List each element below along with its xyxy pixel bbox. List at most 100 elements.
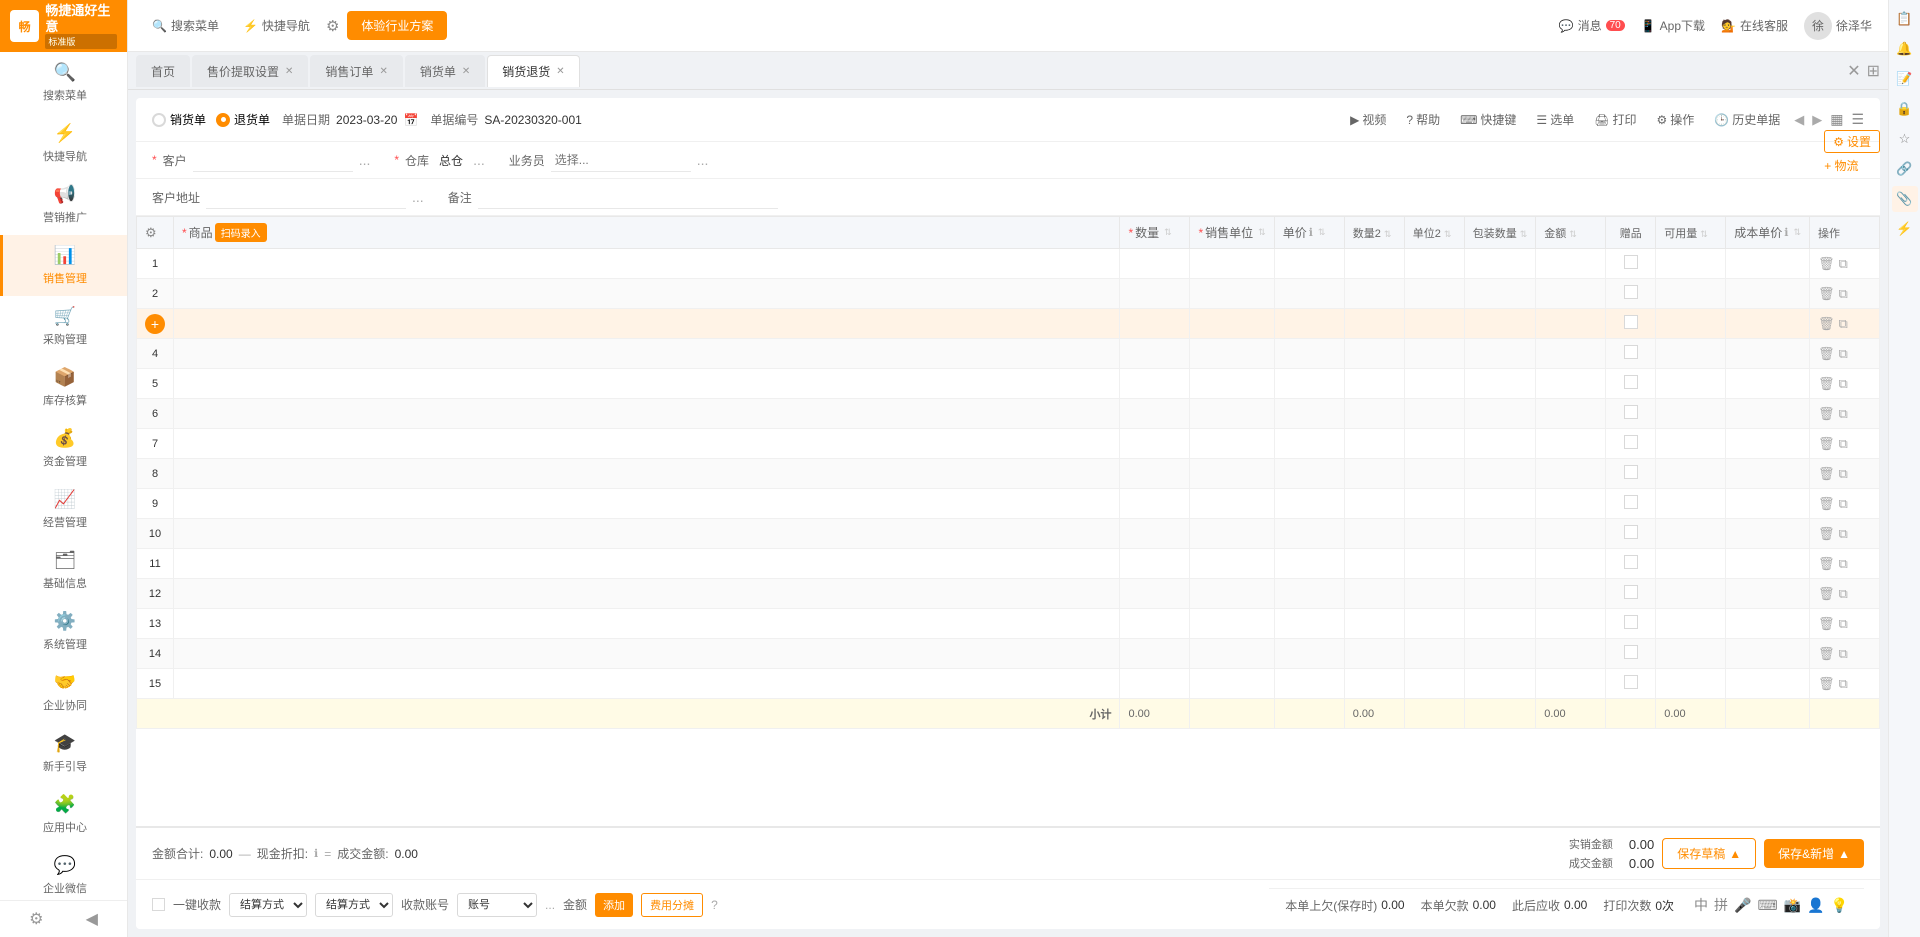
sidebar-item-marketing[interactable]: 📢营销推广 bbox=[0, 174, 127, 235]
available-sort-icon[interactable]: ⇅ bbox=[1700, 229, 1708, 239]
available-cell-12[interactable] bbox=[1656, 579, 1726, 609]
available-cell-7[interactable] bbox=[1656, 429, 1726, 459]
delete-row-icon-8[interactable]: 🗑 bbox=[1818, 466, 1835, 482]
bottom-tool-3[interactable]: 🎤 bbox=[1734, 897, 1751, 914]
delete-row-icon-11[interactable]: 🗑 bbox=[1818, 556, 1835, 572]
qty-cell-6[interactable] bbox=[1120, 399, 1190, 429]
copy-row-icon-3[interactable]: ⧉ bbox=[1839, 316, 1848, 332]
unit2-cell-15[interactable] bbox=[1404, 669, 1464, 699]
gift-checkbox-13[interactable] bbox=[1624, 615, 1638, 629]
gift-checkbox-5[interactable] bbox=[1624, 375, 1638, 389]
radio-return[interactable]: 退货单 bbox=[216, 111, 270, 128]
unit2-cell-2[interactable] bbox=[1404, 279, 1464, 309]
customer-addr-select-icon[interactable]: ... bbox=[412, 189, 424, 205]
cost-price-cell-2[interactable] bbox=[1726, 279, 1810, 309]
delete-row-icon-3[interactable]: 🗑 bbox=[1818, 316, 1835, 332]
delete-row-icon-13[interactable]: 🗑 bbox=[1818, 616, 1835, 632]
delete-row-icon-5[interactable]: 🗑 bbox=[1818, 376, 1835, 392]
delete-row-icon-1[interactable]: 🗑 bbox=[1818, 256, 1835, 272]
salesperson-select-icon[interactable]: ... bbox=[697, 152, 709, 168]
qty-cell-10[interactable] bbox=[1120, 519, 1190, 549]
unit2-cell-11[interactable] bbox=[1404, 549, 1464, 579]
qty2-cell-7[interactable] bbox=[1344, 429, 1404, 459]
price-cell-14[interactable] bbox=[1274, 639, 1344, 669]
pack-qty-cell-2[interactable] bbox=[1464, 279, 1536, 309]
pack-qty-cell-5[interactable] bbox=[1464, 369, 1536, 399]
copy-row-icon-9[interactable]: ⧉ bbox=[1839, 496, 1848, 512]
delete-row-icon-6[interactable]: 🗑 bbox=[1818, 406, 1835, 422]
unit-cell-7[interactable] bbox=[1190, 429, 1274, 459]
available-cell-8[interactable] bbox=[1656, 459, 1726, 489]
available-cell-10[interactable] bbox=[1656, 519, 1726, 549]
add-row-button[interactable]: + bbox=[145, 314, 165, 334]
prev-record-icon[interactable]: ◀ bbox=[1794, 112, 1804, 128]
unit2-cell-8[interactable] bbox=[1404, 459, 1464, 489]
product-input-3[interactable] bbox=[182, 318, 1111, 330]
qty2-cell-11[interactable] bbox=[1344, 549, 1404, 579]
sidebar-item-inventory[interactable]: 📦库存核算 bbox=[0, 357, 127, 418]
gift-cell-13[interactable] bbox=[1606, 609, 1656, 639]
message-item[interactable]: 💬 消息 70 bbox=[1559, 17, 1625, 34]
price-sort-icon[interactable]: ⇅ bbox=[1318, 227, 1326, 238]
cost-price-cell-7[interactable] bbox=[1726, 429, 1810, 459]
sidebar-item-system[interactable]: ⚙️系统管理 bbox=[0, 601, 127, 662]
unit-cell-11[interactable] bbox=[1190, 549, 1274, 579]
copy-row-icon-5[interactable]: ⧉ bbox=[1839, 376, 1848, 392]
available-cell-5[interactable] bbox=[1656, 369, 1726, 399]
pack-qty-cell-6[interactable] bbox=[1464, 399, 1536, 429]
unit-cell-2[interactable] bbox=[1190, 279, 1274, 309]
product-cell-5[interactable] bbox=[174, 369, 1120, 399]
available-cell-6[interactable] bbox=[1656, 399, 1726, 429]
cost-price-cell-11[interactable] bbox=[1726, 549, 1810, 579]
pack-qty-cell-11[interactable] bbox=[1464, 549, 1536, 579]
pack-qty-cell-8[interactable] bbox=[1464, 459, 1536, 489]
copy-row-icon-15[interactable]: ⧉ bbox=[1839, 676, 1848, 692]
calendar-icon[interactable]: 📅 bbox=[403, 113, 418, 127]
bottom-tool-2[interactable]: 拼 bbox=[1714, 895, 1728, 915]
cost-price-cell-5[interactable] bbox=[1726, 369, 1810, 399]
tab-sales-return[interactable]: 销货退货✕ bbox=[487, 55, 579, 87]
qty2-cell-14[interactable] bbox=[1344, 639, 1404, 669]
price-cell-15[interactable] bbox=[1274, 669, 1344, 699]
unit-sort-icon[interactable]: ⇅ bbox=[1258, 227, 1266, 238]
price-cell-3[interactable] bbox=[1274, 309, 1344, 339]
sidebar-item-enterprise[interactable]: 🤝企业协同 bbox=[0, 662, 127, 723]
unit2-cell-1[interactable] bbox=[1404, 249, 1464, 279]
available-cell-11[interactable] bbox=[1656, 549, 1726, 579]
pack-qty-cell-9[interactable] bbox=[1464, 489, 1536, 519]
qty-cell-5[interactable] bbox=[1120, 369, 1190, 399]
unit-cell-8[interactable] bbox=[1190, 459, 1274, 489]
gift-cell-8[interactable] bbox=[1606, 459, 1656, 489]
product-cell-12[interactable] bbox=[174, 579, 1120, 609]
rs-icon-6[interactable]: 🔗 bbox=[1892, 156, 1918, 182]
calc-method-select-2[interactable]: 结算方式 bbox=[315, 893, 393, 917]
video-btn[interactable]: ▶ 视频 bbox=[1344, 108, 1392, 131]
copy-row-icon-2[interactable]: ⧉ bbox=[1839, 286, 1848, 302]
rs-icon-3[interactable]: 📝 bbox=[1892, 66, 1918, 92]
gift-checkbox-9[interactable] bbox=[1624, 495, 1638, 509]
delete-row-icon-15[interactable]: 🗑 bbox=[1818, 676, 1835, 692]
pack-qty-cell-10[interactable] bbox=[1464, 519, 1536, 549]
amount-sort-icon[interactable]: ⇅ bbox=[1569, 229, 1577, 239]
qty2-cell-15[interactable] bbox=[1344, 669, 1404, 699]
tab-close-sales-delivery[interactable]: ✕ bbox=[462, 66, 470, 77]
customer-input[interactable] bbox=[193, 148, 353, 172]
gift-cell-7[interactable] bbox=[1606, 429, 1656, 459]
gift-checkbox-11[interactable] bbox=[1624, 555, 1638, 569]
available-cell-3[interactable] bbox=[1656, 309, 1726, 339]
delete-row-icon-7[interactable]: 🗑 bbox=[1818, 436, 1835, 452]
price-cell-5[interactable] bbox=[1274, 369, 1344, 399]
qty-cell-2[interactable] bbox=[1120, 279, 1190, 309]
available-cell-13[interactable] bbox=[1656, 609, 1726, 639]
qty2-cell-6[interactable] bbox=[1344, 399, 1404, 429]
qty-cell-13[interactable] bbox=[1120, 609, 1190, 639]
cost-price-cell-12[interactable] bbox=[1726, 579, 1810, 609]
amount-cell-11[interactable] bbox=[1536, 549, 1606, 579]
delete-row-icon-2[interactable]: 🗑 bbox=[1818, 286, 1835, 302]
bottom-tool-5[interactable]: 📸 bbox=[1784, 897, 1801, 914]
gift-checkbox-3[interactable] bbox=[1624, 315, 1638, 329]
cost-price-cell-9[interactable] bbox=[1726, 489, 1810, 519]
unit2-cell-5[interactable] bbox=[1404, 369, 1464, 399]
product-cell-14[interactable] bbox=[174, 639, 1120, 669]
unit2-cell-14[interactable] bbox=[1404, 639, 1464, 669]
